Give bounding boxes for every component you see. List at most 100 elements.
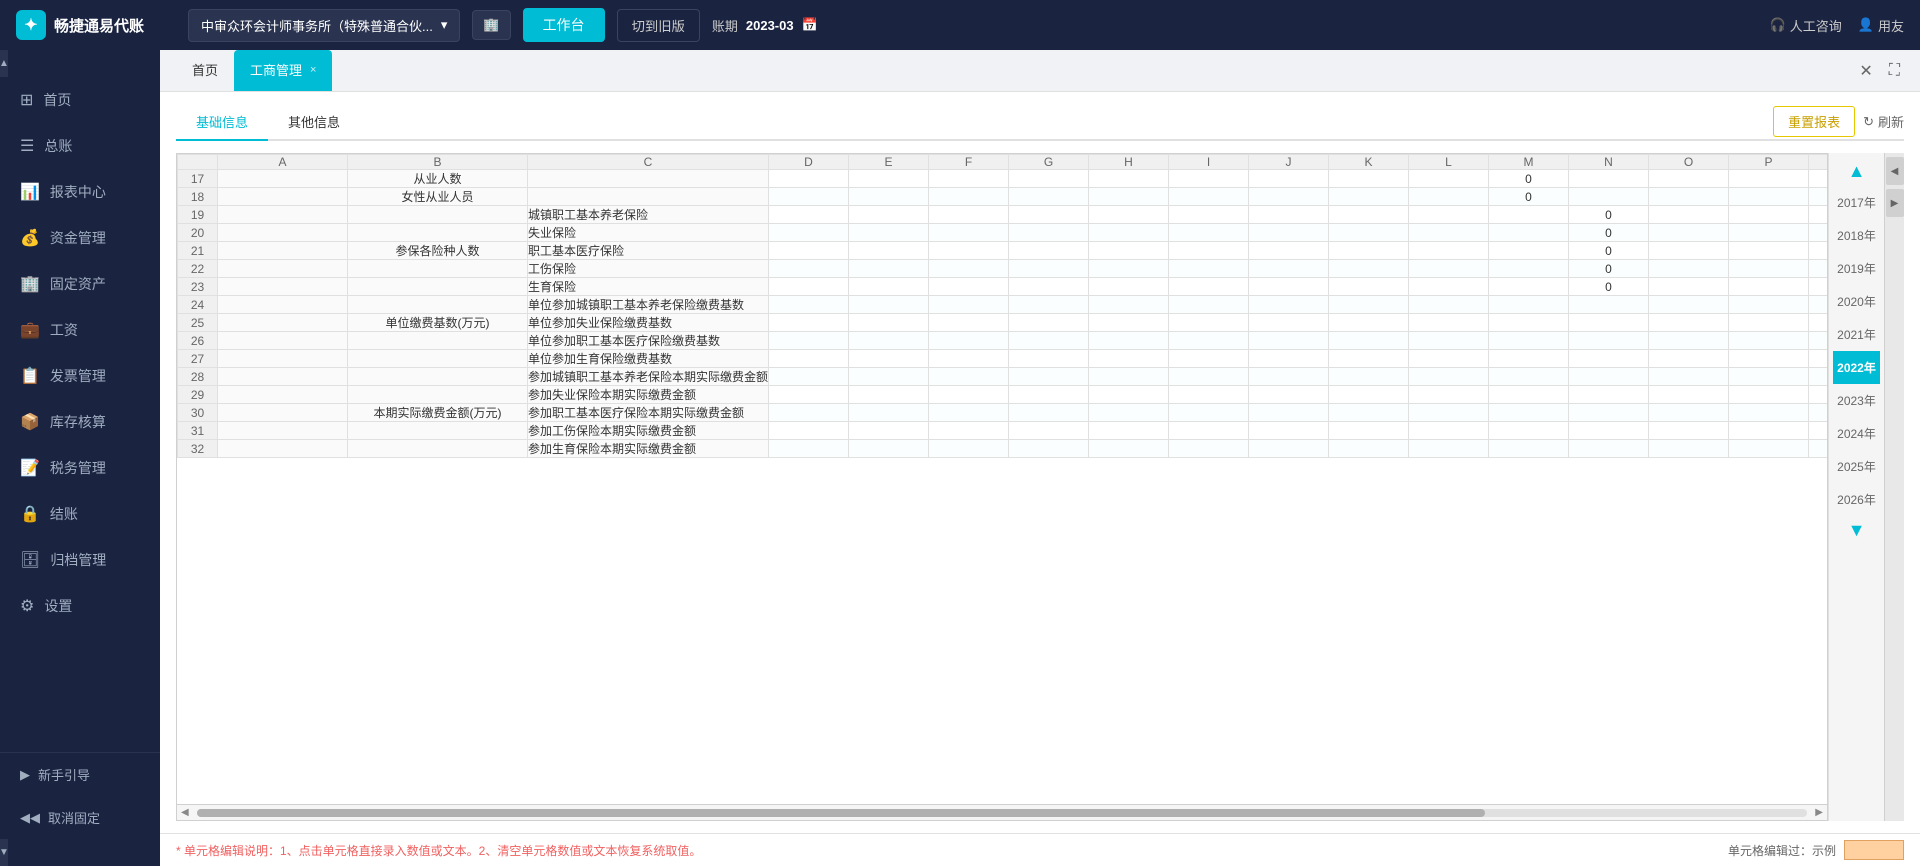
- cell-a[interactable]: [218, 404, 348, 422]
- cell[interactable]: [1169, 188, 1249, 206]
- cell[interactable]: [929, 260, 1009, 278]
- sidebar-up-arrow[interactable]: ▲: [0, 54, 13, 73]
- cell[interactable]: [1009, 422, 1089, 440]
- cell-b[interactable]: [348, 224, 528, 242]
- cell-b[interactable]: [348, 278, 528, 296]
- cell[interactable]: [1249, 188, 1329, 206]
- cell[interactable]: [1569, 350, 1649, 368]
- calendar-icon[interactable]: 📅: [802, 17, 818, 33]
- cell[interactable]: [1409, 332, 1489, 350]
- cell[interactable]: [1329, 386, 1409, 404]
- cell[interactable]: [1009, 386, 1089, 404]
- cell-a[interactable]: [218, 332, 348, 350]
- cell[interactable]: [769, 188, 849, 206]
- cell-a[interactable]: [218, 350, 348, 368]
- cell[interactable]: 0: [1489, 188, 1569, 206]
- cell-a[interactable]: [218, 224, 348, 242]
- cell[interactable]: [1809, 170, 1827, 188]
- sidebar-new-user[interactable]: ▶ 新手引导: [0, 753, 160, 796]
- cell[interactable]: [1089, 224, 1169, 242]
- cell-b[interactable]: [348, 386, 528, 404]
- cell-b[interactable]: 单位缴费基数(万元): [348, 314, 528, 332]
- cell[interactable]: [1089, 170, 1169, 188]
- cell[interactable]: 0: [1569, 224, 1649, 242]
- cell-c[interactable]: 参加失业保险本期实际缴费金额: [528, 386, 769, 404]
- year-item[interactable]: 2025年: [1833, 450, 1880, 483]
- workbench-button[interactable]: 工作台: [523, 8, 605, 42]
- cell[interactable]: [1489, 278, 1569, 296]
- cell[interactable]: [1249, 386, 1329, 404]
- cell-c[interactable]: [528, 188, 769, 206]
- cell[interactable]: [929, 242, 1009, 260]
- cell-b[interactable]: 参保各险种人数: [348, 242, 528, 260]
- cell[interactable]: [1809, 332, 1827, 350]
- cell[interactable]: [1729, 404, 1809, 422]
- cell[interactable]: [849, 386, 929, 404]
- cell[interactable]: [1409, 440, 1489, 458]
- cell[interactable]: [1729, 386, 1809, 404]
- cell[interactable]: [769, 350, 849, 368]
- cell-c[interactable]: 单位参加城镇职工基本养老保险缴费基数: [528, 296, 769, 314]
- cell[interactable]: [1249, 242, 1329, 260]
- cell[interactable]: [1809, 260, 1827, 278]
- cell[interactable]: [1009, 278, 1089, 296]
- cell[interactable]: [1329, 368, 1409, 386]
- cell[interactable]: [1009, 404, 1089, 422]
- cell[interactable]: [1489, 206, 1569, 224]
- cell[interactable]: [1409, 296, 1489, 314]
- cell[interactable]: [1649, 314, 1729, 332]
- cell[interactable]: [1329, 206, 1409, 224]
- cell[interactable]: [1089, 350, 1169, 368]
- cell-c[interactable]: 参加城镇职工基本养老保险本期实际缴费金额: [528, 368, 769, 386]
- cell[interactable]: [1249, 332, 1329, 350]
- cell[interactable]: [1809, 386, 1827, 404]
- cell[interactable]: [1089, 296, 1169, 314]
- cell[interactable]: [1249, 368, 1329, 386]
- cell[interactable]: [1329, 260, 1409, 278]
- cell[interactable]: [1329, 422, 1409, 440]
- cell[interactable]: [1489, 404, 1569, 422]
- cell[interactable]: [1169, 386, 1249, 404]
- sidebar-item-tax[interactable]: 📝 税务管理: [0, 445, 160, 491]
- cell-a[interactable]: [218, 422, 348, 440]
- cell[interactable]: [1489, 440, 1569, 458]
- cell-c[interactable]: 参加工伤保险本期实际缴费金额: [528, 422, 769, 440]
- user-item[interactable]: 👤 用友: [1858, 16, 1904, 35]
- cell[interactable]: [1009, 170, 1089, 188]
- cell[interactable]: [1409, 260, 1489, 278]
- cell[interactable]: [769, 242, 849, 260]
- cell[interactable]: [1569, 404, 1649, 422]
- cell[interactable]: [849, 440, 929, 458]
- cell[interactable]: [1169, 278, 1249, 296]
- cell[interactable]: 0: [1489, 170, 1569, 188]
- cell-b[interactable]: 女性从业人员: [348, 188, 528, 206]
- cell[interactable]: [849, 332, 929, 350]
- cell[interactable]: 0: [1569, 242, 1649, 260]
- cell-a[interactable]: [218, 260, 348, 278]
- year-item[interactable]: 2017年: [1833, 186, 1880, 219]
- cell[interactable]: [1729, 170, 1809, 188]
- cell[interactable]: [1249, 404, 1329, 422]
- cell[interactable]: [769, 404, 849, 422]
- cell[interactable]: [1409, 350, 1489, 368]
- cell[interactable]: [1249, 296, 1329, 314]
- cell-b[interactable]: [348, 260, 528, 278]
- cell[interactable]: [1569, 296, 1649, 314]
- cell[interactable]: [1809, 188, 1827, 206]
- cell[interactable]: [1809, 278, 1827, 296]
- cell[interactable]: [1729, 278, 1809, 296]
- tab-close-button[interactable]: ✕: [1855, 57, 1876, 85]
- sub-tab-other[interactable]: 其他信息: [268, 104, 360, 141]
- collapse-btn[interactable]: ◀: [1886, 157, 1904, 185]
- cell[interactable]: [1009, 350, 1089, 368]
- cell-c[interactable]: 参加职工基本医疗保险本期实际缴费金额: [528, 404, 769, 422]
- cell[interactable]: [1089, 386, 1169, 404]
- cell-b[interactable]: [348, 206, 528, 224]
- tab-expand-button[interactable]: ⛶: [1885, 58, 1904, 84]
- cell-a[interactable]: [218, 188, 348, 206]
- cell[interactable]: [1329, 404, 1409, 422]
- cell[interactable]: [769, 314, 849, 332]
- cell[interactable]: [929, 440, 1009, 458]
- cell[interactable]: [1569, 422, 1649, 440]
- cell[interactable]: [769, 386, 849, 404]
